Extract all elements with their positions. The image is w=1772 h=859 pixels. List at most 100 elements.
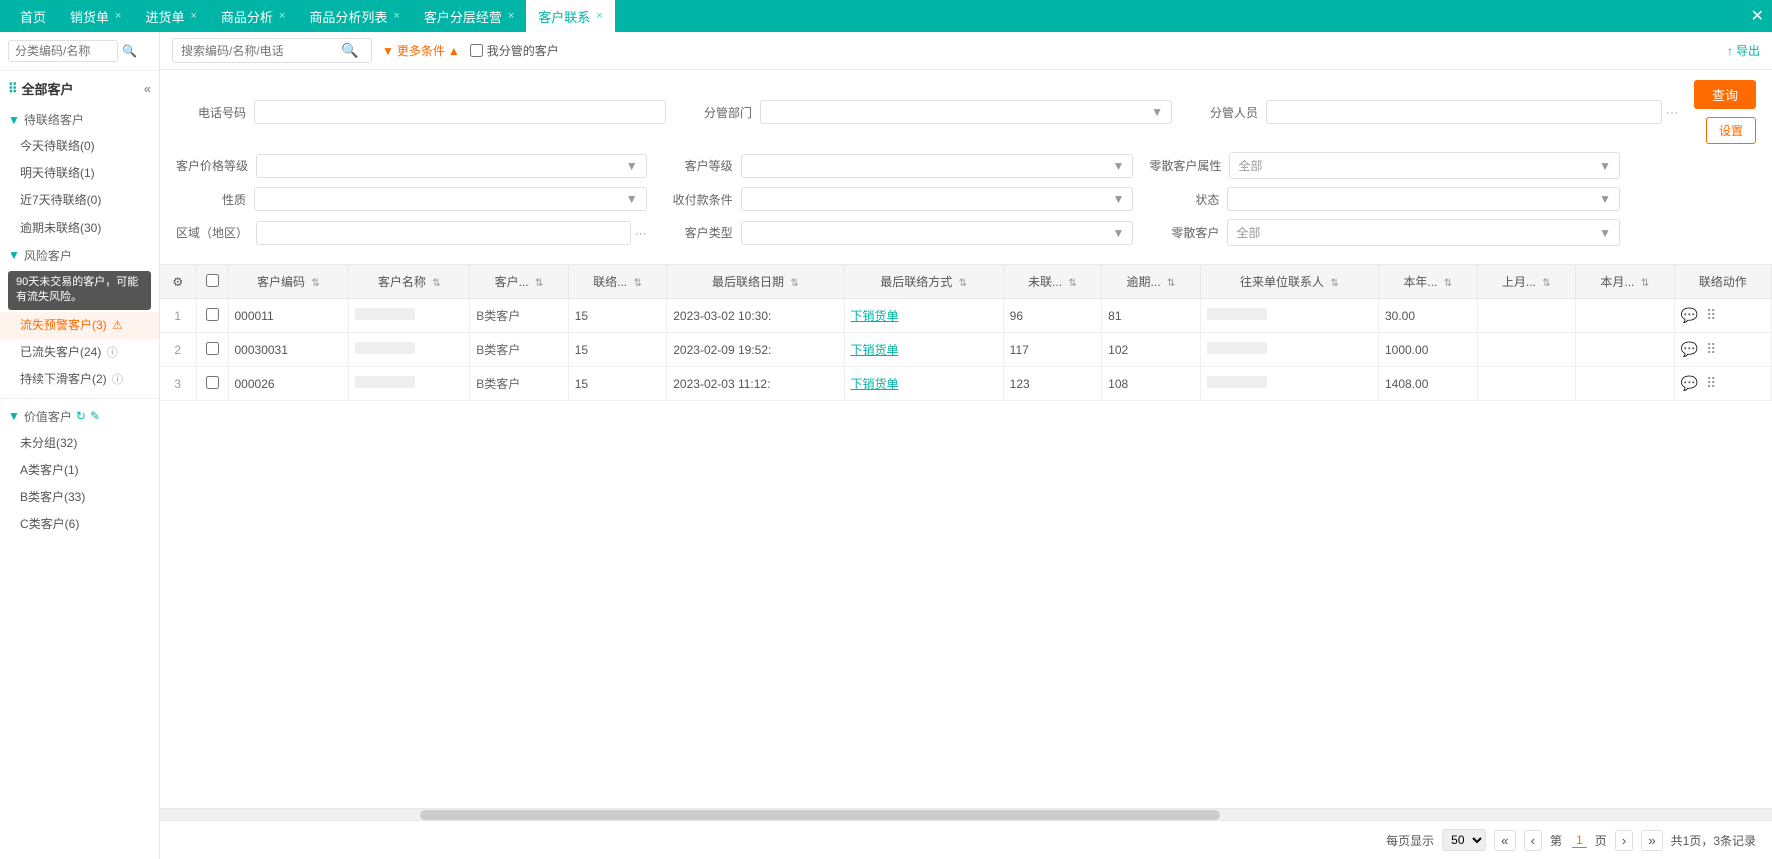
my-customers-checkbox[interactable]: 我分管的客户	[470, 42, 559, 59]
manager-input[interactable]	[1266, 100, 1662, 124]
last-method-sort-icon[interactable]: ⇅	[959, 278, 967, 289]
nav-tab-customer-contact[interactable]: 客户联系 ×	[526, 0, 614, 32]
more-conditions-button[interactable]: ▼ 更多条件 ▲	[382, 42, 460, 59]
sidebar-item-today[interactable]: 今天待联络(0)	[0, 133, 159, 160]
my-customers-check[interactable]	[470, 44, 483, 57]
last-date-sort-icon[interactable]: ⇅	[790, 278, 798, 289]
row-uncontacted-2: 123	[1003, 367, 1102, 401]
contact-person-sort-icon[interactable]: ⇅	[1330, 278, 1338, 289]
this-year-sort-icon[interactable]: ⇅	[1444, 278, 1452, 289]
overdue-sort-icon[interactable]: ⇅	[1167, 278, 1175, 289]
sidebar-item-churn-warning[interactable]: 流失预警客户(3) ⚠	[0, 312, 159, 339]
row-checkbox-0[interactable]	[196, 299, 228, 333]
close-tab-purchase[interactable]: ×	[190, 10, 196, 22]
query-button[interactable]: 查询	[1694, 80, 1756, 109]
phone-input[interactable]	[254, 100, 666, 124]
nav-tab-home[interactable]: 首页	[8, 0, 58, 32]
customer-type-select[interactable]: ▼	[741, 221, 1134, 245]
sidebar-item-churned[interactable]: 已流失客户(24) ⓘ	[0, 339, 159, 367]
region-dots[interactable]: ···	[635, 226, 647, 240]
row-more-icon-0[interactable]: ⠿	[1706, 307, 1716, 324]
close-tab-sales[interactable]: ×	[115, 10, 121, 22]
sidebar-search-icon[interactable]: 🔍	[122, 44, 137, 58]
row-name-2	[349, 367, 470, 401]
status-select[interactable]: ▼	[1227, 187, 1620, 211]
customer-level-select[interactable]: ▼	[741, 154, 1134, 178]
row-contact-icon-0[interactable]: 💬	[1681, 307, 1698, 324]
filter-status: 状态 ▼	[1149, 187, 1620, 211]
search-input[interactable]	[181, 44, 341, 58]
row-uncontacted-1: 117	[1003, 333, 1102, 367]
last-page-button[interactable]: »	[1641, 830, 1662, 851]
close-tab-customer-tier[interactable]: ×	[508, 10, 514, 22]
sidebar-all-customers[interactable]: ⠿ 全部客户 «	[0, 71, 159, 106]
status-label: 状态	[1149, 191, 1219, 208]
next-page-button[interactable]: ›	[1615, 830, 1633, 851]
retail-attr-select[interactable]: 全部 ▼	[1229, 152, 1620, 179]
nav-tab-customer-tier[interactable]: 客户分层经营 ×	[412, 0, 526, 32]
export-button[interactable]: ↑ 导出	[1727, 42, 1760, 59]
edit-value-icon[interactable]: ✎	[90, 409, 100, 423]
filter-manager: 分管人员 ···	[1188, 100, 1678, 124]
row-contacts-2: 15	[568, 367, 667, 401]
row-more-icon-2[interactable]: ⠿	[1706, 375, 1716, 392]
settings-button[interactable]: 设置	[1706, 117, 1756, 144]
sidebar-item-a-class[interactable]: A类客户(1)	[0, 457, 159, 484]
select-all-checkbox[interactable]	[206, 274, 219, 287]
name-sort-icon[interactable]: ⇅	[432, 278, 440, 289]
nav-tab-purchase[interactable]: 进货单 ×	[133, 0, 208, 32]
dept-select[interactable]: ▼	[760, 100, 1172, 124]
refresh-value-icon[interactable]: ↻	[76, 409, 86, 423]
retail-customer-select[interactable]: 全部 ▼	[1227, 219, 1620, 246]
sidebar-item-overdue[interactable]: 逾期未联络(30)	[0, 215, 159, 242]
last-month-sort-icon[interactable]: ⇅	[1542, 278, 1550, 289]
sidebar-item-declining[interactable]: 持续下滑客户(2) ⓘ	[0, 366, 159, 394]
horizontal-scrollbar[interactable]	[160, 808, 1772, 820]
page-size-select[interactable]: 50	[1442, 829, 1486, 851]
close-all-button[interactable]: ✕	[1751, 6, 1764, 26]
search-button[interactable]: 🔍	[341, 42, 358, 59]
sidebar-search-input[interactable]	[8, 40, 118, 62]
sidebar-item-c-class[interactable]: C类客户(6)	[0, 511, 159, 538]
sidebar-section-value[interactable]: ▼ 价值客户 ↻ ✎	[0, 403, 159, 430]
sidebar-section-pending[interactable]: ▼ 待联络客户	[0, 106, 159, 133]
row-contacts-0: 15	[568, 299, 667, 333]
sidebar-section-risk[interactable]: ▼ 风险客户	[0, 242, 159, 269]
arrow-pending: ▼	[8, 113, 20, 127]
row-contact-icon-2[interactable]: 💬	[1681, 375, 1698, 392]
th-checkbox[interactable]	[196, 265, 228, 299]
this-month-sort-icon[interactable]: ⇅	[1641, 278, 1649, 289]
sidebar-item-ungrouped[interactable]: 未分组(32)	[0, 430, 159, 457]
row-contact-icon-1[interactable]: 💬	[1681, 341, 1698, 358]
sidebar-item-tomorrow[interactable]: 明天待联络(1)	[0, 160, 159, 187]
prev-page-button[interactable]: ‹	[1524, 830, 1542, 851]
sidebar-item-b-class[interactable]: B类客户(33)	[0, 484, 159, 511]
th-last-date: 最后联络日期 ⇅	[667, 265, 844, 299]
nav-tab-sales[interactable]: 销货单 ×	[58, 0, 133, 32]
row-checkbox-1[interactable]	[196, 333, 228, 367]
close-tab-analysis-list[interactable]: ×	[393, 10, 399, 22]
collapse-arrow: «	[144, 81, 151, 96]
close-tab-analysis[interactable]: ×	[279, 10, 285, 22]
th-settings[interactable]: ⚙	[160, 265, 196, 299]
code-sort-icon[interactable]: ⇅	[311, 278, 319, 289]
row-more-icon-1[interactable]: ⠿	[1706, 341, 1716, 358]
payment-select[interactable]: ▼	[741, 187, 1134, 211]
manager-dots[interactable]: ···	[1666, 105, 1678, 119]
sidebar-item-7days[interactable]: 近7天待联络(0)	[0, 187, 159, 214]
scrollbar-thumb[interactable]	[420, 810, 1220, 820]
close-tab-customer-contact[interactable]: ×	[596, 10, 602, 22]
nav-tab-analysis-list[interactable]: 商品分析列表 ×	[297, 0, 411, 32]
region-input[interactable]	[256, 221, 631, 245]
type-sort-icon[interactable]: ⇅	[535, 278, 543, 289]
customer-type-arrow: ▼	[1112, 226, 1124, 240]
price-level-select[interactable]: ▼	[256, 154, 647, 178]
row-checkbox-2[interactable]	[196, 367, 228, 401]
first-page-button[interactable]: «	[1494, 830, 1515, 851]
nav-tab-analysis[interactable]: 商品分析 ×	[209, 0, 297, 32]
nature-select[interactable]: ▼	[254, 187, 647, 211]
settings-gear-icon[interactable]: ⚙	[172, 275, 183, 289]
uncontacted-sort-icon[interactable]: ⇅	[1068, 278, 1076, 289]
contacts-sort-icon[interactable]: ⇅	[633, 278, 641, 289]
row-date-2: 2023-02-03 11:12:	[667, 367, 844, 401]
